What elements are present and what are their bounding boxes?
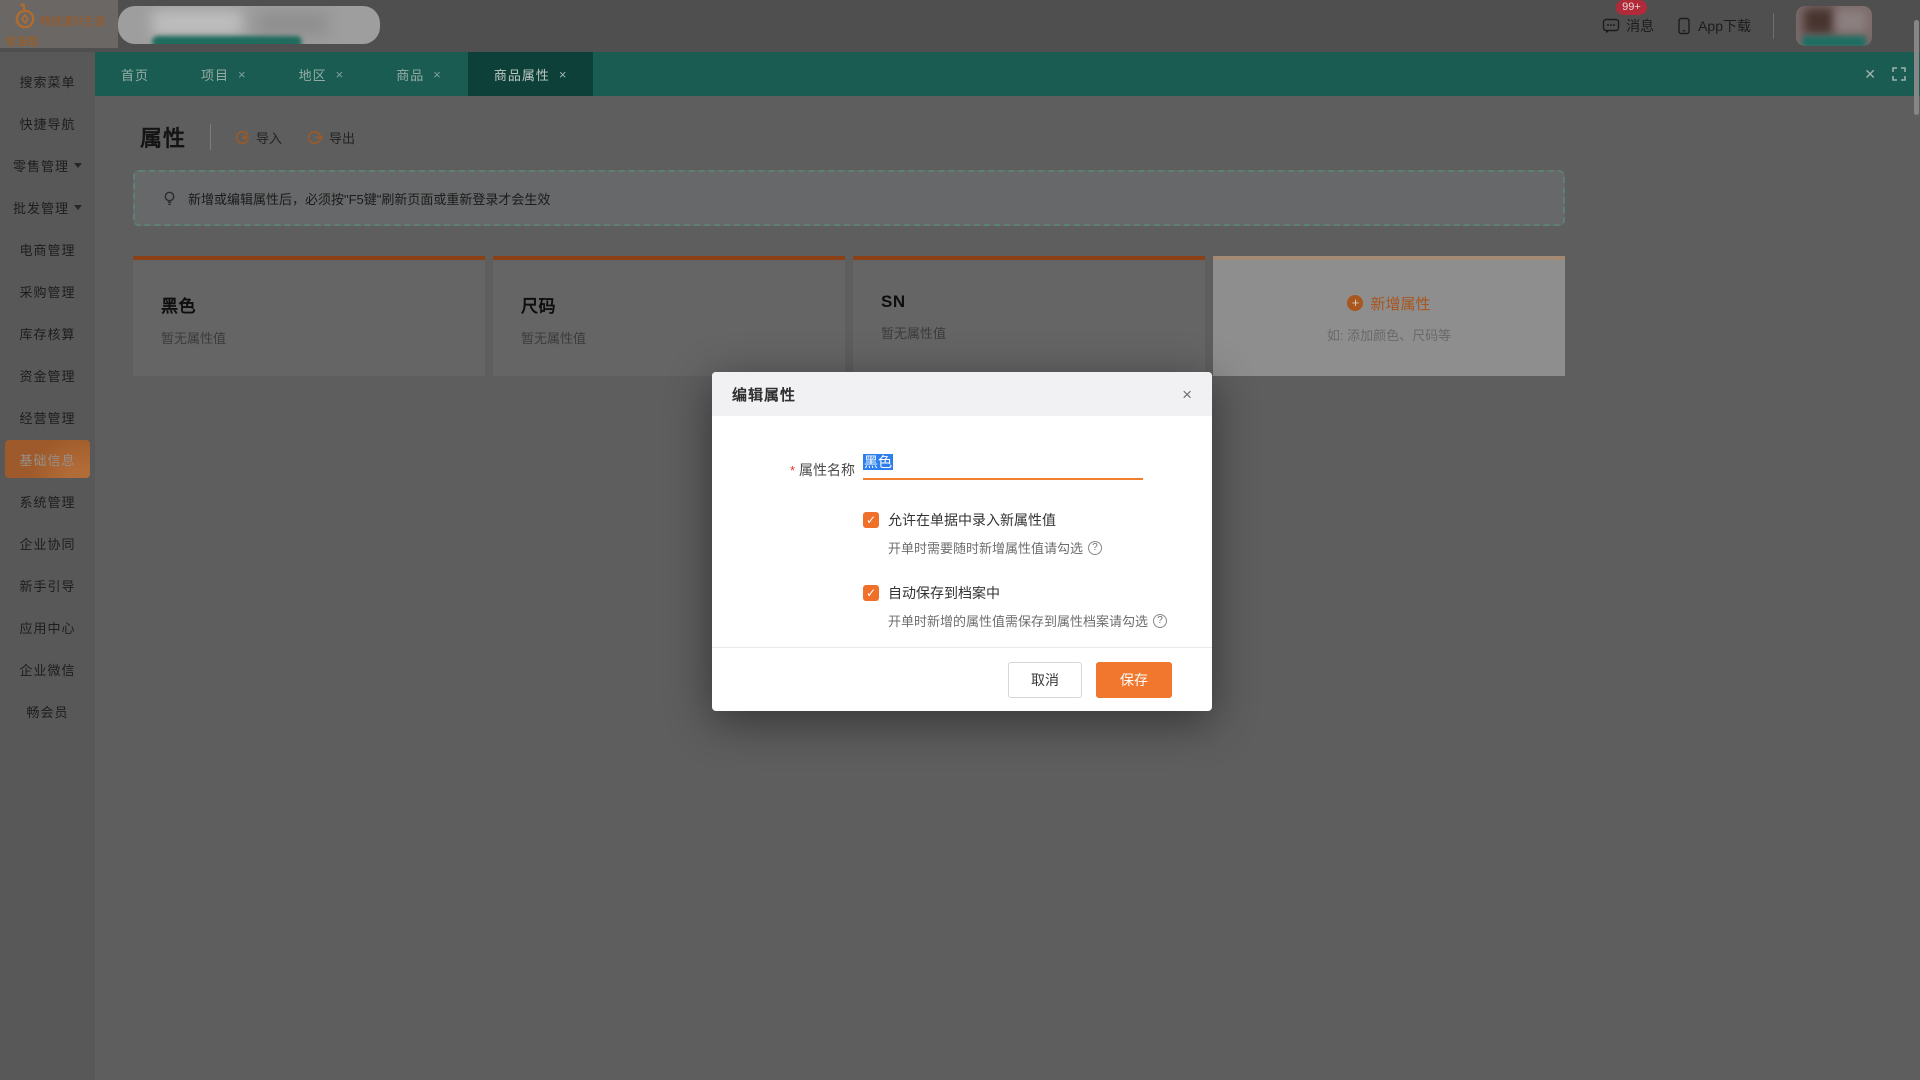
redacted-text-blur	[152, 10, 242, 36]
plus-circle-icon: +	[1347, 295, 1364, 311]
export-button[interactable]: 导出	[308, 128, 355, 147]
topbar: 99+ 消息 App下载	[0, 0, 1920, 115]
import-icon	[236, 130, 250, 144]
sidebar-item-inventory[interactable]: 库存核算	[0, 312, 95, 354]
export-icon	[308, 130, 324, 144]
sidebar-item-retail[interactable]: 零售管理	[0, 144, 95, 186]
help-question-icon[interactable]: ?	[1088, 540, 1103, 555]
auto-save-label: 自动保存到档案中	[888, 585, 1000, 601]
close-all-tabs-icon[interactable]: ✕	[1864, 67, 1876, 81]
sidebar: 搜索菜单 快捷导航 零售管理 批发管理 电商管理 采购管理 库存核算 资金管理 …	[0, 0, 95, 1080]
sidebar-item-beginner-guide[interactable]: 新手引导	[0, 564, 95, 606]
redacted-text-blur	[152, 36, 302, 44]
allow-new-value-checkbox[interactable]: ✓	[863, 512, 879, 528]
tab-close-icon[interactable]: ×	[238, 67, 247, 82]
add-attribute-hint: 如: 添加颜色、尺码等	[1326, 327, 1452, 343]
attribute-cards: 黑色 暂无属性值 尺码 暂无属性值 SN 暂无属性值 + 新增属性 如: 添加颜…	[133, 256, 1565, 376]
allow-new-value-label: 允许在单据中录入新属性值	[888, 512, 1056, 528]
tab-bar: 首页 项目 × 地区 × 商品 × 商品属性 × ✕	[95, 52, 1920, 96]
avatar[interactable]	[1796, 6, 1872, 46]
sidebar-item-member[interactable]: 畅会员	[0, 690, 95, 732]
lightbulb-icon	[164, 191, 175, 205]
company-selector[interactable]	[118, 6, 380, 44]
add-attribute-card[interactable]: + 新增属性 如: 添加颜色、尺码等	[1213, 256, 1565, 376]
save-button[interactable]: 保存	[1096, 661, 1172, 698]
help-question-icon[interactable]: ?	[1153, 613, 1168, 628]
message-count-badge: 99+	[1616, 0, 1647, 15]
sidebar-item-basic-info[interactable]: 基础信息	[5, 440, 90, 478]
sidebar-item-wecom[interactable]: 企业微信	[0, 648, 95, 690]
app-download-button[interactable]: App下载	[1676, 16, 1751, 36]
sidebar-item-operations[interactable]: 经营管理	[0, 396, 95, 438]
tab-goods-attributes[interactable]: 商品属性 ×	[467, 52, 594, 96]
title-divider	[210, 124, 212, 150]
sidebar-item-purchase[interactable]: 采购管理	[0, 270, 95, 312]
edit-attribute-modal: 编辑属性 × * 属性名称 黑色 ✓ 允许在单据中录入新属性值 开单时需要随时新增…	[712, 372, 1212, 711]
attribute-card-black[interactable]: 黑色 暂无属性值	[133, 256, 485, 376]
tab-project[interactable]: 项目 ×	[175, 52, 273, 96]
auto-save-hint: 开单时新增的属性值需保存到属性档案请勾选	[888, 614, 1149, 629]
caret-down-icon	[74, 162, 82, 168]
selected-text: 黑色	[863, 454, 893, 470]
attribute-name-label: * 属性名称	[789, 462, 855, 478]
import-button[interactable]: 导入	[235, 128, 282, 147]
auto-save-checkbox[interactable]: ✓	[863, 585, 879, 601]
modal-close-icon[interactable]: ×	[1182, 386, 1192, 403]
attribute-card-sn[interactable]: SN 暂无属性值	[853, 256, 1205, 376]
page-title: 属性	[140, 126, 187, 151]
brand-name: 畅捷通好生意	[40, 16, 106, 28]
brand-logo-icon	[15, 3, 35, 29]
sidebar-item-funds[interactable]: 资金管理	[0, 354, 95, 396]
messages-button[interactable]: 99+ 消息	[1602, 0, 1655, 36]
sidebar-item-system[interactable]: 系统管理	[0, 480, 95, 522]
sidebar-item-search-menu[interactable]: 搜索菜单	[0, 60, 95, 102]
sidebar-item-quick-nav[interactable]: 快捷导航	[0, 102, 95, 144]
modal-title: 编辑属性	[732, 386, 797, 404]
tip-text: 新增或编辑属性后，必须按"F5键"刷新页面或重新登录才会生效	[188, 191, 551, 207]
brand-edition: 标准版	[6, 36, 39, 48]
required-asterisk: *	[789, 463, 795, 478]
message-bubble-icon	[1602, 18, 1620, 34]
sidebar-item-wholesale[interactable]: 批发管理	[0, 186, 95, 228]
tab-home[interactable]: 首页	[95, 52, 175, 96]
tab-region[interactable]: 地区 ×	[273, 52, 371, 96]
phone-icon	[1678, 17, 1690, 35]
app-download-label: App下载	[1698, 18, 1751, 34]
fullscreen-icon[interactable]	[1892, 67, 1906, 81]
allow-new-value-hint: 开单时需要随时新增属性值请勾选	[888, 541, 1084, 556]
sidebar-item-collaboration[interactable]: 企业协同	[0, 522, 95, 564]
modal-footer: 取消 保存	[712, 647, 1212, 711]
sidebar-item-ecommerce[interactable]: 电商管理	[0, 228, 95, 270]
cancel-button[interactable]: 取消	[1008, 661, 1082, 698]
redacted-text-blur	[258, 12, 328, 36]
tab-close-icon[interactable]: ×	[559, 67, 568, 82]
tab-goods[interactable]: 商品 ×	[370, 52, 468, 96]
scrollbar-thumb[interactable]	[1914, 20, 1919, 115]
tip-banner: 新增或编辑属性后，必须按"F5键"刷新页面或重新登录才会生效	[133, 170, 1565, 226]
caret-down-icon	[74, 204, 82, 210]
messages-label: 消息	[1626, 18, 1655, 34]
tab-close-icon[interactable]: ×	[433, 67, 442, 82]
add-attribute-label: 新增属性	[1370, 295, 1431, 313]
attribute-card-size[interactable]: 尺码 暂无属性值	[493, 256, 845, 376]
sidebar-item-app-center[interactable]: 应用中心	[0, 606, 95, 648]
tab-close-icon[interactable]: ×	[336, 67, 345, 82]
header-divider	[1773, 13, 1774, 39]
modal-header: 编辑属性 ×	[712, 372, 1212, 416]
attribute-name-input[interactable]: 黑色	[863, 452, 1143, 480]
logo-area: 畅捷通好生意 标准版	[0, 0, 118, 48]
